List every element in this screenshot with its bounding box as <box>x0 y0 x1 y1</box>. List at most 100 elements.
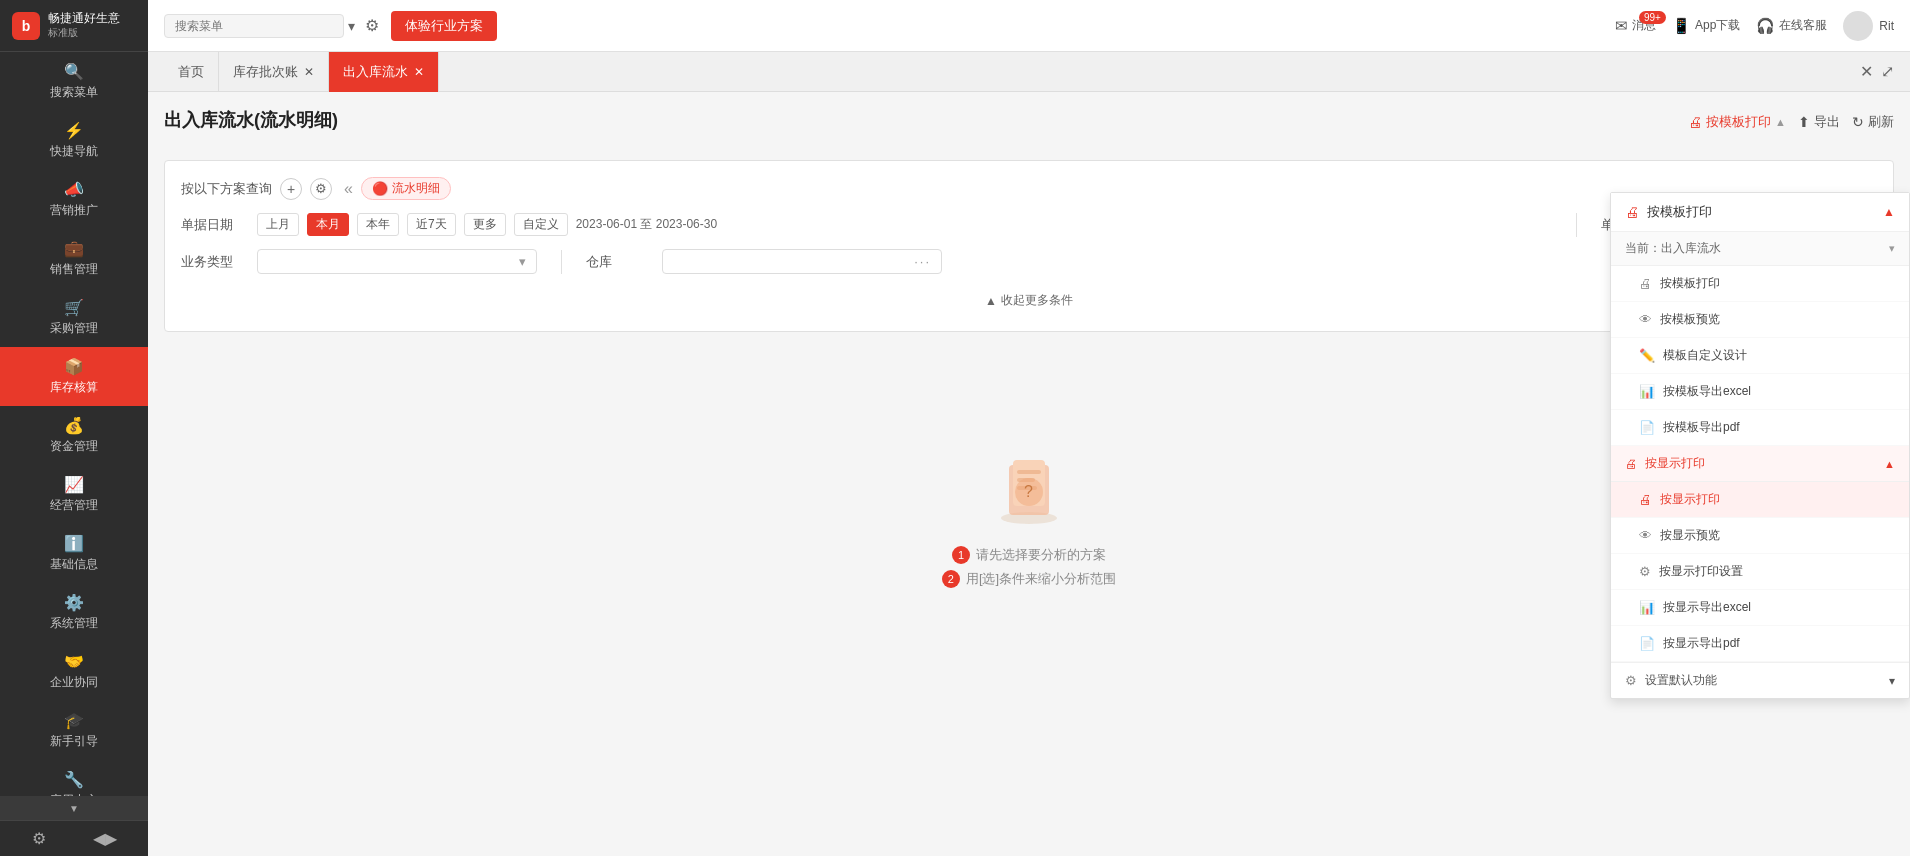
sidebar-icon-9: ⚙️ <box>64 593 84 612</box>
warehouse-select[interactable]: ··· <box>662 249 942 274</box>
sidebar-label-10: 企业协同 <box>50 674 98 691</box>
tab-0[interactable]: 首页 <box>164 52 219 92</box>
sidebar-icon-4: 🛒 <box>64 298 84 317</box>
sidebar-scroll-down[interactable]: ▼ <box>0 796 148 820</box>
sidebar-settings-icon[interactable]: ⚙ <box>32 829 46 848</box>
sidebar-item-12[interactable]: 🔧 应用中心 <box>0 760 148 796</box>
action-bar: 🖨 按模板打印 ▲ ⬆ 导出 ↻ 刷新 <box>1688 113 1894 131</box>
close-window-btn[interactable]: ✕ <box>1860 62 1873 81</box>
print-template-arrow: ▲ <box>1775 116 1786 128</box>
trial-button[interactable]: 体验行业方案 <box>391 11 497 41</box>
sidebar-item-5[interactable]: 📦库存核算 <box>0 347 148 406</box>
tab-2[interactable]: 出入库流水✕ <box>329 52 439 92</box>
dropdown-template-item-1[interactable]: 👁按模板预览 <box>1611 302 1909 338</box>
dropdown-template-item-4[interactable]: 📄按模板导出pdf <box>1611 410 1909 446</box>
date-btn-上月[interactable]: 上月 <box>257 213 299 236</box>
date-btn-更多[interactable]: 更多 <box>464 213 506 236</box>
tab-close-2[interactable]: ✕ <box>414 65 424 79</box>
headset-icon: 🎧 <box>1756 17 1775 35</box>
sidebar-label-3: 销售管理 <box>50 261 98 278</box>
online-service-btn[interactable]: 🎧 在线客服 <box>1756 17 1827 35</box>
header-settings-icon[interactable]: ⚙ <box>365 16 379 35</box>
display-item-label-2: 按显示打印设置 <box>1659 563 1743 580</box>
footer-label: 设置默认功能 <box>1645 672 1717 689</box>
section-arrow-icon[interactable]: ▲ <box>1884 458 1895 470</box>
dropdown-display-item-4[interactable]: 📄按显示导出pdf <box>1611 626 1909 662</box>
collapse-sidebar-btn[interactable]: « <box>344 180 353 198</box>
sidebar-label-12: 应用中心 <box>50 792 98 796</box>
sidebar-icon-0: 🔍 <box>64 62 84 81</box>
divider2 <box>561 250 562 274</box>
maximize-window-btn[interactable]: ⤢ <box>1881 62 1894 81</box>
search-input[interactable] <box>164 14 344 38</box>
sidebar-nav: 🔍 搜索菜单 ⚡快捷导航📣营销推广💼销售管理🛒采购管理📦库存核算💰资金管理📈经营管理… <box>0 52 148 796</box>
sidebar-item-11[interactable]: 🎓新手引导 <box>0 701 148 760</box>
footer-settings-icon: ⚙ <box>1625 673 1637 688</box>
search-panel-label: 按以下方案查询 <box>181 180 272 198</box>
display-section-icon: 🖨 <box>1625 457 1637 471</box>
sidebar-collapse-icon[interactable]: ◀▶ <box>93 829 117 848</box>
print-template-btn[interactable]: 🖨 按模板打印 ▲ <box>1688 113 1786 131</box>
refresh-icon: ↻ <box>1852 114 1864 130</box>
sidebar-label-0: 搜索菜单 <box>50 84 98 101</box>
dropdown-display-item-3[interactable]: 📊按显示导出excel <box>1611 590 1909 626</box>
date-btn-本年[interactable]: 本年 <box>357 213 399 236</box>
export-icon: ⬆ <box>1798 114 1810 130</box>
header: ▾ ⚙ 体验行业方案 ✉ 消息 99+ 📱 App下载 🎧 在线客服 Rit <box>148 0 1910 52</box>
dropdown-display-item-1[interactable]: 👁按显示预览 <box>1611 518 1909 554</box>
dropdown-item-label-2: 模板自定义设计 <box>1663 347 1747 364</box>
sidebar-item-10[interactable]: 🤝企业协同 <box>0 642 148 701</box>
dropdown-item-label-3: 按模板导出excel <box>1663 383 1751 400</box>
sidebar-item-9[interactable]: ⚙️系统管理 <box>0 583 148 642</box>
date-btn-自定义[interactable]: 自定义 <box>514 213 568 236</box>
date-btn-近7天[interactable]: 近7天 <box>407 213 456 236</box>
business-type-select[interactable]: ▾ <box>257 249 537 274</box>
sidebar-item-3[interactable]: 💼销售管理 <box>0 229 148 288</box>
tab-close-1[interactable]: ✕ <box>304 65 314 79</box>
condition-settings-btn[interactable]: ⚙ <box>310 178 332 200</box>
current-template-label: 当前：出入库流水 <box>1625 240 1721 257</box>
printer-icon: 🖨 <box>1688 114 1702 130</box>
dropdown-display-section[interactable]: 🖨按显示打印▲ <box>1611 446 1909 482</box>
sidebar-item-7[interactable]: 📈经营管理 <box>0 465 148 524</box>
sidebar-label-6: 资金管理 <box>50 438 98 455</box>
dropdown-display-item-0[interactable]: 🖨按显示打印 <box>1611 482 1909 518</box>
app-logo-sub: 标准版 <box>48 26 120 40</box>
sidebar-item-4[interactable]: 🛒采购管理 <box>0 288 148 347</box>
dropdown-template-item-2[interactable]: ✏️模板自定义设计 <box>1611 338 1909 374</box>
footer-arrow-icon: ▾ <box>1889 674 1895 688</box>
warehouse-more-icon[interactable]: ··· <box>914 254 931 269</box>
add-condition-btn[interactable]: + <box>280 178 302 200</box>
dropdown-footer[interactable]: ⚙ 设置默认功能 ▾ <box>1611 662 1909 698</box>
dropdown-close-icon[interactable]: ▲ <box>1883 205 1895 219</box>
header-dropdown-btn[interactable]: ▾ <box>348 18 355 34</box>
user-profile[interactable]: Rit <box>1843 11 1894 41</box>
date-label: 单据日期 <box>181 216 241 234</box>
sidebar-item-2[interactable]: 📣营销推广 <box>0 170 148 229</box>
app-logo-name: 畅捷通好生意 <box>48 11 120 27</box>
dropdown-template-item-0[interactable]: 🖨按模板打印 <box>1611 266 1909 302</box>
refresh-btn[interactable]: ↻ 刷新 <box>1852 113 1894 131</box>
export-btn[interactable]: ⬆ 导出 <box>1798 113 1840 131</box>
app-download-btn[interactable]: 📱 App下载 <box>1672 17 1740 35</box>
dropdown-sub-header: 当前：出入库流水 ▾ <box>1611 232 1909 266</box>
tab-label-0: 首页 <box>178 63 204 81</box>
page-title: 出入库流水(流水明细) <box>164 108 338 132</box>
dropdown-display-item-2[interactable]: ⚙按显示打印设置 <box>1611 554 1909 590</box>
sidebar-item-0[interactable]: 🔍 搜索菜单 <box>0 52 148 111</box>
messages-btn[interactable]: ✉ 消息 99+ <box>1615 17 1656 35</box>
filter-tag-liushui[interactable]: 🔴 流水明细 <box>361 177 451 200</box>
business-arrow-icon: ▾ <box>519 254 526 269</box>
tabs-bar: 首页库存批次账✕出入库流水✕ ✕ ⤢ <box>148 52 1910 92</box>
sidebar-item-6[interactable]: 💰资金管理 <box>0 406 148 465</box>
display-item-icon-4: 📄 <box>1639 636 1655 651</box>
sidebar-item-1[interactable]: ⚡快捷导航 <box>0 111 148 170</box>
sidebar-icon-12: 🔧 <box>64 770 84 789</box>
tab-1[interactable]: 库存批次账✕ <box>219 52 329 92</box>
date-btn-本月[interactable]: 本月 <box>307 213 349 236</box>
dropdown-printer-icon: 🖨 <box>1625 204 1639 220</box>
dropdown-template-item-3[interactable]: 📊按模板导出excel <box>1611 374 1909 410</box>
sub-arrow-icon[interactable]: ▾ <box>1889 242 1895 255</box>
sidebar-label-8: 基础信息 <box>50 556 98 573</box>
sidebar-item-8[interactable]: ℹ️基础信息 <box>0 524 148 583</box>
